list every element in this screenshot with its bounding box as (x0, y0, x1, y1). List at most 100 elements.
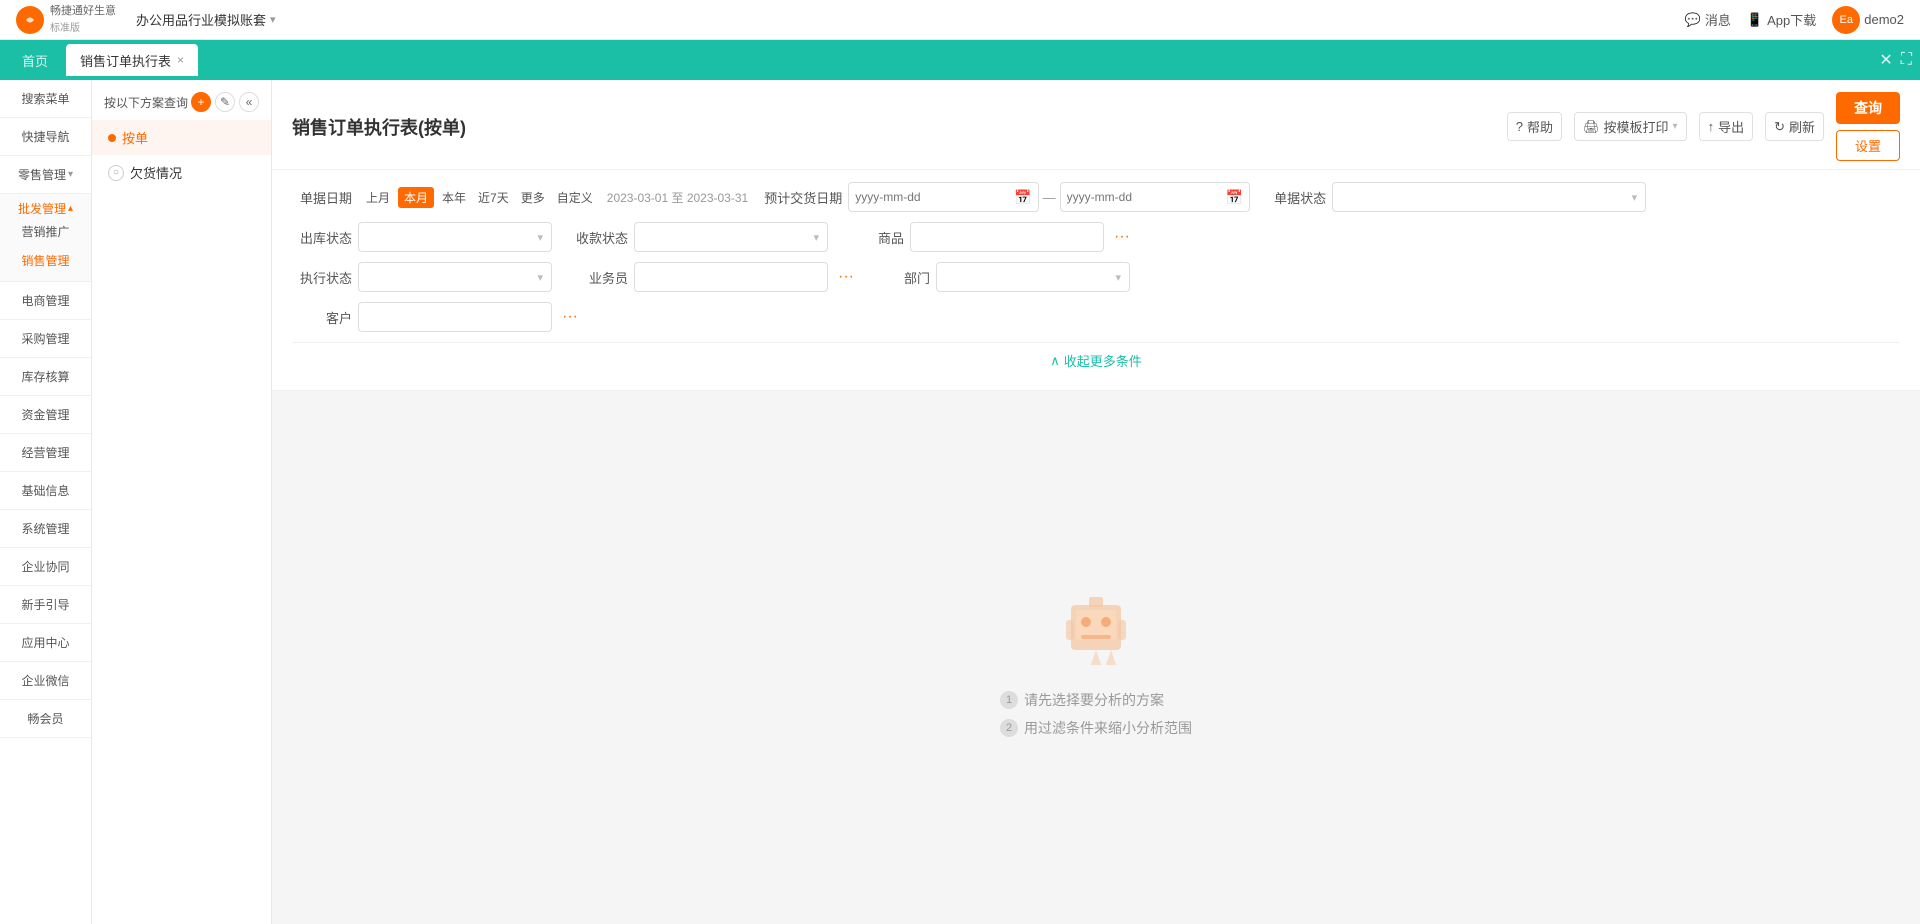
print-icon: 🖨 (1583, 119, 1600, 135)
predicted-date-label: 预计交货日期 (764, 188, 842, 207)
add-plan-icon: + (197, 95, 204, 109)
active-dot-icon (108, 134, 116, 142)
collapse-label: 收起更多条件 (1064, 351, 1142, 370)
doc-status-arrow-icon: ▾ (1632, 191, 1638, 204)
left-panel-item-shortage[interactable]: ○ 欠货情况 (92, 155, 271, 190)
date-this-year[interactable]: 本年 (438, 187, 470, 208)
date-range-text: 2023-03-01 至 2023-03-31 (607, 189, 748, 206)
sidebar-item-member[interactable]: 畅会员 (0, 700, 91, 738)
export-button[interactable]: ↑ 导出 (1699, 112, 1754, 141)
out-status-label: 出库状态 (292, 228, 352, 247)
sidebar-item-inventory[interactable]: 库存核算 (0, 358, 91, 396)
dept-arrow-icon: ▾ (1115, 271, 1121, 284)
message-button[interactable]: 💬 消息 (1685, 10, 1731, 29)
tab-bar: 首页 销售订单执行表 × ✕ ⛶ (0, 40, 1920, 80)
filter-salesman: 业务员 ··· (568, 262, 854, 292)
tab-maximize-icon[interactable]: ⛶ (1901, 51, 1912, 69)
search-button[interactable]: 查询 (1836, 92, 1900, 124)
tab-sales-exec[interactable]: 销售订单执行表 × (66, 44, 198, 76)
filter-row-2: 出库状态 ▾ 收款状态 ▾ (292, 222, 1900, 252)
date-custom[interactable]: 自定义 (553, 187, 597, 208)
date-to-field[interactable] (1067, 190, 1222, 204)
date-7days[interactable]: 近7天 (474, 187, 513, 208)
sidebar-item-capital[interactable]: 资金管理 (0, 396, 91, 434)
filter-customer: 客户 ··· (292, 302, 578, 332)
refresh-button[interactable]: ↻ 刷新 (1765, 112, 1824, 141)
print-button[interactable]: 🖨 按模板打印 ▾ (1574, 112, 1687, 141)
dept-select[interactable]: ▾ (936, 262, 1130, 292)
left-panel-item-by-order[interactable]: 按单 (92, 120, 271, 155)
sidebar-item-ecommerce[interactable]: 电商管理 (0, 282, 91, 320)
refresh-icon: ↻ (1774, 119, 1785, 135)
date-from-input[interactable]: 📅 (848, 182, 1038, 212)
goods-input[interactable] (910, 222, 1104, 252)
filter-row-3: 执行状态 ▾ 业务员 ··· 部门 (292, 262, 1900, 292)
date-this-month[interactable]: 本月 (398, 187, 434, 208)
sidebar-item-enterprise-collab[interactable]: 企业协同 (0, 548, 91, 586)
date-from-calendar-icon[interactable]: 📅 (1014, 189, 1031, 206)
date-to-calendar-icon[interactable]: 📅 (1226, 189, 1243, 206)
avatar: Ea (1832, 6, 1860, 34)
print-arrow-icon: ▾ (1673, 121, 1678, 132)
customer-ellipsis-icon[interactable]: ··· (562, 308, 578, 326)
main-layout: 搜索菜单 快捷导航 零售管理 ▾ 批发管理 ▴ 营销推广 销售管理 电商管理 采… (0, 80, 1920, 924)
sidebar-item-new-guide[interactable]: 新手引导 (0, 586, 91, 624)
collapse-panel-button[interactable]: « (239, 92, 259, 112)
help-label: 帮助 (1527, 117, 1553, 136)
collapse-arrow-icon: ∧ (1050, 353, 1060, 369)
date-more[interactable]: 更多 (517, 187, 549, 208)
exec-status-label: 执行状态 (292, 268, 352, 287)
add-plan-button[interactable]: + (191, 92, 211, 112)
sidebar-purchase-label: 采购管理 (21, 332, 69, 346)
exec-status-select[interactable]: ▾ (358, 262, 552, 292)
sidebar-item-operation[interactable]: 经营管理 (0, 434, 91, 472)
sidebar-item-search-menu[interactable]: 搜索菜单 (0, 80, 91, 118)
sidebar-retail-mgmt-label: 零售管理 (18, 166, 66, 183)
date-to-input[interactable]: 📅 (1060, 182, 1250, 212)
sidebar-capital-label: 资金管理 (21, 408, 69, 422)
export-label: 导出 (1718, 117, 1744, 136)
sidebar-sub-item-marketing[interactable]: 营销推广 (4, 217, 87, 246)
inactive-circle-icon: ○ (108, 165, 124, 181)
sidebar-sub-item-sales-mgmt[interactable]: 销售管理 (4, 246, 87, 275)
sidebar-item-enterprise-wechat[interactable]: 企业微信 (0, 662, 91, 700)
goods-ellipsis-icon[interactable]: ··· (1114, 228, 1130, 246)
doc-date-label: 单据日期 (292, 188, 352, 207)
sidebar-item-purchase[interactable]: 采购管理 (0, 320, 91, 358)
customer-label: 客户 (292, 308, 352, 327)
sidebar-enterprise-collab-label: 企业协同 (21, 560, 69, 574)
salesman-input[interactable] (634, 262, 828, 292)
doc-status-select[interactable]: ▾ (1332, 182, 1646, 212)
out-status-select[interactable]: ▾ (358, 222, 552, 252)
logo-area[interactable]: 畅捷通好生意 标准版 (16, 5, 116, 33)
app-download-button[interactable]: 📱 App下载 (1747, 10, 1816, 29)
sidebar-new-guide-label: 新手引导 (21, 598, 69, 612)
user-menu[interactable]: Ea demo2 (1832, 6, 1904, 34)
right-panel: 销售订单执行表(按单) ? 帮助 🖨 按模板打印 ▾ ↑ (272, 80, 1920, 924)
customer-input[interactable] (358, 302, 552, 332)
date-last-month[interactable]: 上月 (362, 187, 394, 208)
sidebar-item-app-center[interactable]: 应用中心 (0, 624, 91, 662)
sidebar-item-system[interactable]: 系统管理 (0, 510, 91, 548)
sidebar-wholesale-mgmt-label: 批发管理 (18, 200, 66, 217)
help-button[interactable]: ? 帮助 (1507, 112, 1562, 141)
sidebar-item-retail-mgmt[interactable]: 零售管理 ▾ (0, 156, 91, 194)
tab-home[interactable]: 首页 (8, 44, 62, 76)
tab-close-icon[interactable]: × (177, 53, 184, 67)
sidebar-item-quick-nav[interactable]: 快捷导航 (0, 118, 91, 156)
date-range-predicted: 📅 — 📅 (848, 182, 1250, 212)
salesman-ellipsis-icon[interactable]: ··· (838, 268, 854, 286)
tab-close-all-icon[interactable]: ✕ (1879, 50, 1892, 70)
sidebar-operation-label: 经营管理 (21, 446, 69, 460)
goods-label: 商品 (844, 228, 904, 247)
sidebar-item-basic-info[interactable]: 基础信息 (0, 472, 91, 510)
edit-plan-button[interactable]: ✎ (215, 92, 235, 112)
sidebar-item-wholesale-mgmt[interactable]: 批发管理 ▴ (4, 200, 87, 217)
page-title: 销售订单执行表(按单) (292, 114, 466, 140)
breadcrumb[interactable]: 办公用品行业模拟账套 ▾ (136, 10, 276, 29)
collect-status-select[interactable]: ▾ (634, 222, 828, 252)
left-panel-header-text: 按以下方案查询 (104, 94, 188, 111)
date-from-field[interactable] (855, 190, 1010, 204)
collapse-filter-button[interactable]: ∧ 收起更多条件 (292, 342, 1900, 378)
set-button[interactable]: 设置 (1836, 130, 1900, 161)
